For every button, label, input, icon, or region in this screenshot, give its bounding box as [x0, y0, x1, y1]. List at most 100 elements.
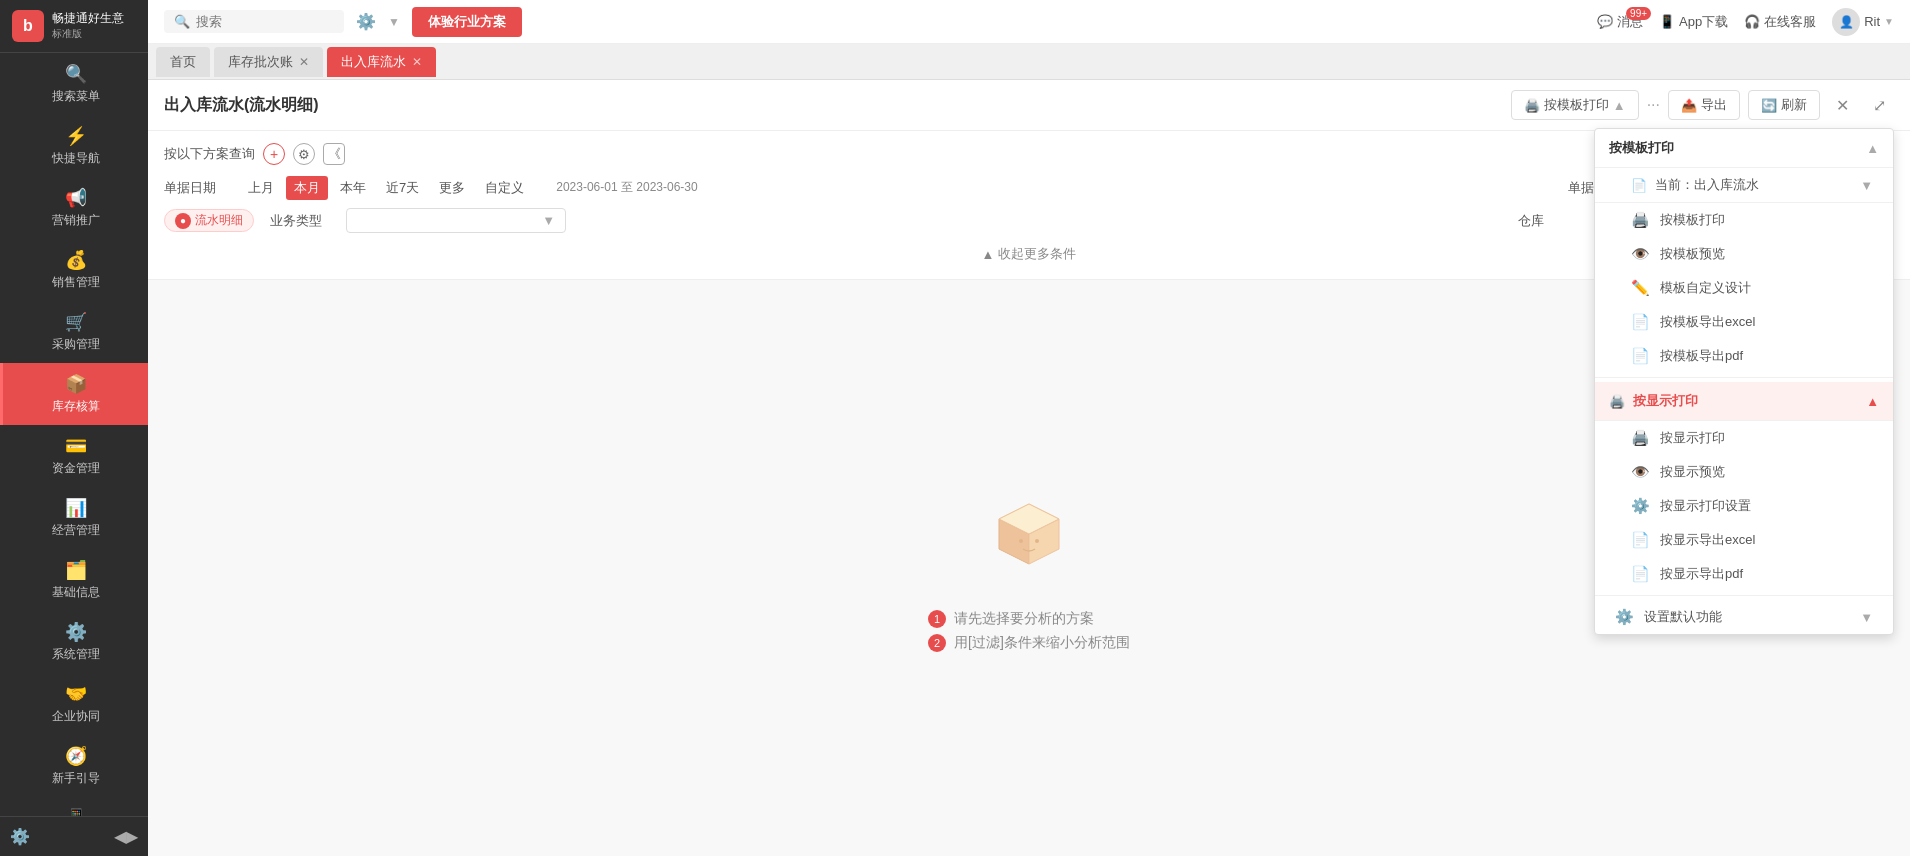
dropdown-item-display-export-excel[interactable]: 📄 按显示导出excel [1595, 523, 1893, 557]
dropdown-item-default-func-label: 设置默认功能 [1644, 608, 1722, 626]
dropdown-item-display-export-pdf[interactable]: 📄 按显示导出pdf [1595, 557, 1893, 591]
more-options-icon[interactable]: ··· [1647, 96, 1660, 114]
export-icon: 📤 [1681, 98, 1697, 113]
date-tab-this-year[interactable]: 本年 [332, 176, 374, 200]
step-2-num: 2 [928, 634, 946, 652]
sidebar: b 畅捷通好生意 标准版 🔍 搜索菜单 ⚡ 快捷导航 📢 营销推广 💰 [0, 0, 148, 856]
sidebar-item-purchase[interactable]: 🛒 采购管理 [0, 301, 148, 363]
export-button[interactable]: 📤 导出 [1668, 90, 1740, 120]
settings-bottom-icon[interactable]: ⚙️ [10, 827, 30, 846]
sidebar-item-cooperation[interactable]: 🤝 企业协同 [0, 673, 148, 735]
filter-settings-button[interactable]: ⚙ [293, 143, 315, 165]
dropdown-item-template-preview[interactable]: 👁️ 按模板预览 [1595, 237, 1893, 271]
topbar-chevron-icon[interactable]: ▼ [388, 15, 400, 29]
date-tab-last-month[interactable]: 上月 [240, 176, 282, 200]
filter-title-text: 按以下方案查询 [164, 145, 255, 163]
sidebar-item-base-info[interactable]: 🗂️ 基础信息 [0, 549, 148, 611]
system-icon: ⚙️ [65, 621, 87, 643]
tab-batch-account-close-icon[interactable]: ✕ [299, 55, 309, 69]
business-type-label: 业务类型 [270, 212, 330, 230]
collapse-sidebar-icon[interactable]: ◀▶ [114, 827, 138, 846]
sidebar-item-operations[interactable]: 📊 经营管理 [0, 487, 148, 549]
dropdown-item-display-preview-label: 按显示预览 [1660, 463, 1725, 481]
close-page-icon[interactable]: ✕ [1828, 92, 1857, 119]
business-type-select[interactable]: ▼ [346, 208, 566, 233]
template-print-button[interactable]: 🖨️ 按模板打印 ▲ [1511, 90, 1639, 120]
empty-steps: 1 请先选择要分析的方案 2 用[过滤]条件来缩小分析范围 [928, 610, 1130, 658]
dropdown-item-template-export-excel-label: 按模板导出excel [1660, 313, 1755, 331]
expand-icon[interactable]: ⤢ [1865, 92, 1894, 119]
filter-tag-flow[interactable]: ● 流水明细 [164, 209, 254, 232]
marketing-icon: 📢 [65, 187, 87, 209]
dropdown-template-header: 按模板打印 ▲ [1595, 129, 1893, 168]
search-input[interactable] [196, 14, 316, 29]
dropdown-item-display-print[interactable]: 🖨️ 按显示打印 [1595, 421, 1893, 455]
topbar-right: 💬 消息 99+ 📱 App下载 🎧 在线客服 👤 Rit [1597, 8, 1894, 36]
dropdown-item-display-preview[interactable]: 👁️ 按显示预览 [1595, 455, 1893, 489]
online-service-button[interactable]: 🎧 在线客服 [1744, 13, 1816, 31]
topbar-gear-icon[interactable]: ⚙️ [356, 12, 376, 31]
document-icon: 📄 [1631, 178, 1647, 193]
refresh-label: 刷新 [1781, 96, 1807, 114]
tab-inout-flow[interactable]: 出入库流水 ✕ [327, 47, 436, 77]
refresh-button[interactable]: 🔄 刷新 [1748, 90, 1820, 120]
purchase-icon: 🛒 [65, 311, 87, 333]
dropdown-item-template-custom[interactable]: ✏️ 模板自定义设计 [1595, 271, 1893, 305]
dropdown-item-template-export-pdf[interactable]: 📄 按模板导出pdf [1595, 339, 1893, 373]
date-tabs: 上月 本月 本年 近7天 更多 自定义 [240, 176, 532, 200]
message-button[interactable]: 💬 消息 99+ [1597, 13, 1643, 31]
dropdown-item-default-func[interactable]: ⚙️ 设置默认功能 ▼ [1595, 600, 1893, 634]
logo-icon: b [12, 10, 44, 42]
date-tab-this-month[interactable]: 本月 [286, 176, 328, 200]
sidebar-footer: ⚙️ ◀▶ [0, 816, 148, 856]
topbar-search[interactable]: 🔍 [164, 10, 344, 33]
sidebar-item-sales[interactable]: 💰 销售管理 [0, 239, 148, 301]
tab-batch-account[interactable]: 库存批次账 ✕ [214, 47, 323, 77]
sidebar-item-finance[interactable]: 💳 资金管理 [0, 425, 148, 487]
dropdown-display-title: 按显示打印 [1633, 392, 1698, 410]
sidebar-item-inventory[interactable]: 📦 库存核算 [0, 363, 148, 425]
sidebar-item-search-menu[interactable]: 🔍 搜索菜单 [0, 53, 148, 115]
sidebar-item-guide[interactable]: 🧭 新手引导 [0, 735, 148, 797]
app-version: 标准版 [52, 27, 124, 41]
svg-point-5 [1035, 539, 1039, 543]
sidebar-item-label: 基础信息 [52, 584, 100, 601]
app-name-block: 畅捷通好生意 标准版 [52, 11, 124, 41]
sidebar-item-label: 企业协同 [52, 708, 100, 725]
date-tab-more[interactable]: 更多 [431, 176, 473, 200]
dropdown-item-template-preview-label: 按模板预览 [1660, 245, 1725, 263]
sidebar-item-label: 搜索菜单 [52, 88, 100, 105]
main-content: 🔍 ⚙️ ▼ 体验行业方案 💬 消息 99+ 📱 App下载 🎧 在线客服 [148, 0, 1910, 856]
tab-inout-flow-close-icon[interactable]: ✕ [412, 55, 422, 69]
sidebar-item-system[interactable]: ⚙️ 系统管理 [0, 611, 148, 673]
user-profile[interactable]: 👤 Rit ▼ [1832, 8, 1894, 36]
chevron-up-icon: ▲ [982, 247, 995, 262]
dropdown-display-arrow-icon[interactable]: ▲ [1866, 394, 1879, 409]
date-range-display: 2023-06-01 至 2023-06-30 [556, 179, 697, 196]
sidebar-item-marketing[interactable]: 📢 营销推广 [0, 177, 148, 239]
template-print-label: 按模板打印 [1544, 96, 1609, 114]
filter-collapse-button[interactable]: 《 [323, 143, 345, 165]
date-tab-custom[interactable]: 自定义 [477, 176, 532, 200]
tab-home[interactable]: 首页 [156, 47, 210, 77]
sidebar-item-quick-nav[interactable]: ⚡ 快捷导航 [0, 115, 148, 177]
page-title: 出入库流水(流水明细) [164, 95, 319, 116]
step-1-num: 1 [928, 610, 946, 628]
dropdown-item-display-print-settings-label: 按显示打印设置 [1660, 497, 1751, 515]
date-tab-7days[interactable]: 近7天 [378, 176, 427, 200]
sidebar-item-app-center[interactable]: 📱 应用中心 [0, 797, 148, 816]
dropdown-item-display-print-settings[interactable]: ⚙️ 按显示打印设置 [1595, 489, 1893, 523]
dropdown-current-arrow-icon: ▼ [1860, 178, 1873, 193]
trial-button[interactable]: 体验行业方案 [412, 7, 522, 37]
dropdown-item-template-print[interactable]: 🖨️ 按模板打印 [1595, 203, 1893, 237]
tabs-bar: 首页 库存批次账 ✕ 出入库流水 ✕ [148, 44, 1910, 80]
dropdown-template-arrow-icon[interactable]: ▲ [1866, 141, 1879, 156]
dropdown-current-template[interactable]: 📄 当前：出入库流水 ▼ [1595, 168, 1893, 203]
sidebar-nav: 🔍 搜索菜单 ⚡ 快捷导航 📢 营销推广 💰 销售管理 🛒 采购管理 📦 [0, 53, 148, 816]
message-icon: 💬 [1597, 14, 1613, 29]
inventory-icon: 📦 [65, 373, 87, 395]
app-download-button[interactable]: 📱 App下载 [1659, 13, 1728, 31]
filter-add-button[interactable]: + [263, 143, 285, 165]
dropdown-item-template-print-label: 按模板打印 [1660, 211, 1725, 229]
dropdown-item-template-export-excel[interactable]: 📄 按模板导出excel [1595, 305, 1893, 339]
